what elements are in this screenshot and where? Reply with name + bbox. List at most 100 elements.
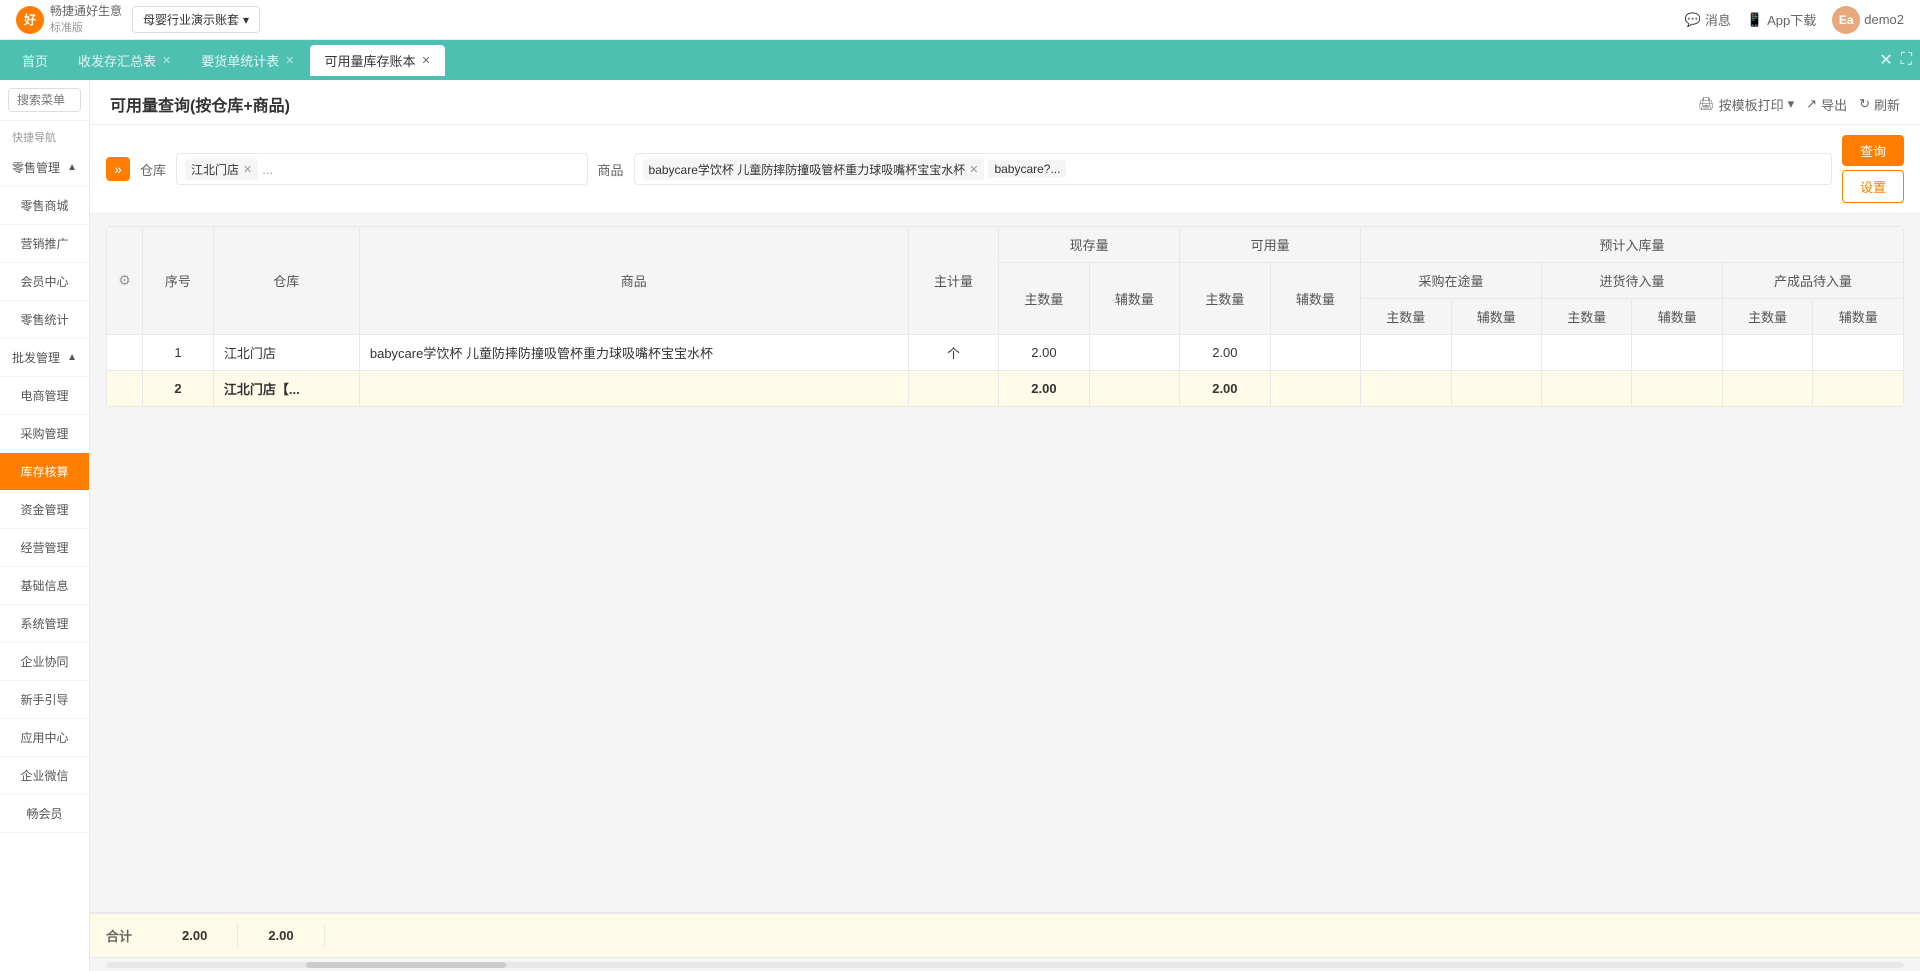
logo-icon: 好 — [16, 6, 44, 34]
row-2-unit — [908, 371, 998, 407]
sidebar-item-retail-mall[interactable]: 零售商城 — [0, 187, 89, 225]
org-name: 母婴行业演示账套 — [143, 11, 239, 28]
th-avail-main: 主数量 — [1180, 263, 1270, 335]
nav-expand-btn[interactable]: ⛶ — [1901, 51, 1912, 69]
product-tag-1-close[interactable]: ✕ — [969, 163, 978, 176]
row-1-current-aux — [1089, 335, 1179, 371]
print-btn[interactable]: 🖨 按模板打印 ▾ — [1698, 95, 1794, 114]
table-row-subtotal: 2 江北门店【... 2.00 2.00 — [107, 371, 1904, 407]
export-label: 导出 — [1821, 95, 1847, 114]
logo-text-area: 畅捷通好生意 标准版 — [50, 4, 122, 36]
th-product: 商品 — [359, 227, 908, 335]
sidebar-item-finance[interactable]: 资金管理 — [0, 491, 89, 529]
tab-available-stock[interactable]: 可用量库存账本 ✕ — [310, 45, 444, 76]
settings-icon[interactable]: ⚙ — [118, 272, 131, 288]
sidebar-item-retail-stats[interactable]: 零售统计 — [0, 301, 89, 339]
export-btn[interactable]: ↗ 导出 — [1806, 95, 1847, 114]
table-area: ⚙ 序号 仓库 商品 主计量 现存量 可用量 预计入库量 主数量 辅数量 主数量 — [90, 214, 1920, 912]
filter-expand-btn[interactable]: » — [106, 157, 130, 181]
org-selector[interactable]: 母婴行业演示账套 ▾ — [132, 6, 260, 33]
warehouse-more[interactable]: ... — [262, 162, 273, 177]
footer-label: 合计 — [106, 926, 132, 945]
sidebar-item-wechat-label: 企业微信 — [20, 769, 68, 783]
nav-close-btn[interactable]: ✕ — [1879, 50, 1892, 70]
table-row: 1 江北门店 babycare学饮杯 儿童防摔防撞吸管杯重力球吸嘴杯宝宝水杯 个… — [107, 335, 1904, 371]
th-in-transit-main: 主数量 — [1542, 299, 1632, 335]
row-2-avail-aux — [1270, 371, 1360, 407]
sidebar-item-newbie[interactable]: 新手引导 — [0, 681, 89, 719]
sidebar-item-wholesale-label: 批发管理 — [12, 349, 60, 366]
row-2-it-aux — [1632, 371, 1722, 407]
scroll-bar-track — [106, 962, 1904, 968]
page-header: 可用量查询(按仓库+商品) 🖨 按模板打印 ▾ ↗ 导出 ↻ 刷新 — [90, 80, 1920, 125]
sidebar-item-purchase[interactable]: 采购管理 — [0, 415, 89, 453]
download-action[interactable]: 📱 App下载 — [1747, 10, 1816, 29]
product-filter-label: 商品 — [598, 160, 624, 179]
row-1-it-aux — [1632, 335, 1722, 371]
row-2-it-main — [1542, 371, 1632, 407]
warehouse-tag: 江北门店 ✕ — [185, 159, 258, 180]
footer-avail-main: 2.00 — [238, 924, 324, 947]
user-area[interactable]: Ea demo2 — [1832, 6, 1904, 34]
th-purchase-onway-aux: 辅数量 — [1451, 299, 1541, 335]
row-2-product — [359, 371, 908, 407]
row-2-po-main — [1361, 371, 1451, 407]
sidebar-item-basics-label: 基础信息 — [20, 579, 68, 593]
query-button[interactable]: 查询 — [1842, 135, 1904, 166]
row-1-settings — [107, 335, 143, 371]
tab-home[interactable]: 首页 — [8, 45, 62, 76]
sidebar-item-member2[interactable]: 畅会员 — [0, 795, 89, 833]
sidebar-item-system[interactable]: 系统管理 — [0, 605, 89, 643]
sidebar-item-marketing[interactable]: 营销推广 — [0, 225, 89, 263]
row-2-pp-aux — [1813, 371, 1904, 407]
scroll-bar-area — [90, 957, 1920, 971]
sidebar-item-ecommerce[interactable]: 电商管理 — [0, 377, 89, 415]
sidebar-search-input[interactable] — [8, 88, 81, 112]
tab-home-label: 首页 — [22, 51, 48, 70]
sidebar-item-wholesale[interactable]: 批发管理 ▲ — [0, 339, 89, 377]
sidebar-item-member[interactable]: 会员中心 — [0, 263, 89, 301]
tab-available-stock-close[interactable]: ✕ — [422, 54, 431, 67]
export-icon: ↗ — [1806, 96, 1817, 112]
tab-order-stats[interactable]: 要货单统计表 ✕ — [187, 45, 308, 76]
tab-order-stats-label: 要货单统计表 — [201, 51, 279, 70]
sidebar-item-basics[interactable]: 基础信息 — [0, 567, 89, 605]
sidebar-item-wechat[interactable]: 企业微信 — [0, 757, 89, 795]
tab-inventory-summary[interactable]: 收发存汇总表 ✕ — [64, 45, 185, 76]
sidebar-item-app-center[interactable]: 应用中心 — [0, 719, 89, 757]
sidebar-item-stock[interactable]: 库存核算 — [0, 453, 89, 491]
message-action[interactable]: 💬 消息 — [1685, 10, 1731, 29]
setting-button[interactable]: 设置 — [1842, 170, 1904, 203]
main-layout: 快捷导航 零售管理 ▲ 零售商城 营销推广 会员中心 零售统计 批发管理 ▲ 电… — [0, 80, 1920, 971]
th-product-pending-main: 主数量 — [1722, 299, 1812, 335]
sidebar-item-enterprise-label: 企业协同 — [20, 655, 68, 669]
sidebar-item-retail-mall-label: 零售商城 — [20, 199, 68, 213]
refresh-btn[interactable]: ↻ 刷新 — [1859, 95, 1900, 114]
th-available: 可用量 — [1180, 227, 1361, 263]
top-bar: 好 畅捷通好生意 标准版 母婴行业演示账套 ▾ 💬 消息 📱 App下载 Ea … — [0, 0, 1920, 40]
th-product-pending: 产成品待入量 — [1722, 263, 1903, 299]
nav-tabs-actions: ✕ ⛶ — [1879, 50, 1912, 70]
th-product-pending-aux: 辅数量 — [1813, 299, 1904, 335]
sidebar-item-operations[interactable]: 经营管理 — [0, 529, 89, 567]
sidebar-item-finance-label: 资金管理 — [20, 503, 68, 517]
th-settings: ⚙ — [107, 227, 143, 335]
warehouse-tag-close[interactable]: ✕ — [243, 163, 252, 176]
footer-cells: 2.00 2.00 — [152, 924, 325, 947]
user-name: demo2 — [1864, 12, 1904, 27]
th-purchase-onway: 采购在途量 — [1361, 263, 1542, 299]
top-bar-right: 💬 消息 📱 App下载 Ea demo2 — [1685, 6, 1904, 34]
scroll-bar-thumb[interactable] — [306, 962, 506, 968]
sidebar-item-operations-label: 经营管理 — [20, 541, 68, 555]
page-title: 可用量查询(按仓库+商品) — [110, 92, 290, 116]
sidebar-item-enterprise[interactable]: 企业协同 — [0, 643, 89, 681]
print-icon: 🖨 — [1698, 96, 1715, 112]
top-bar-left: 好 畅捷通好生意 标准版 母婴行业演示账套 ▾ — [16, 4, 260, 36]
sidebar-item-retail-mgmt[interactable]: 零售管理 ▲ — [0, 149, 89, 187]
warehouse-tag-area: 江北门店 ✕ ... — [176, 153, 587, 185]
row-2-avail-main: 2.00 — [1180, 371, 1270, 407]
tab-inventory-summary-close[interactable]: ✕ — [162, 54, 171, 67]
th-planned-in: 预计入库量 — [1361, 227, 1904, 263]
tab-order-stats-close[interactable]: ✕ — [285, 54, 294, 67]
th-warehouse: 仓库 — [213, 227, 359, 335]
